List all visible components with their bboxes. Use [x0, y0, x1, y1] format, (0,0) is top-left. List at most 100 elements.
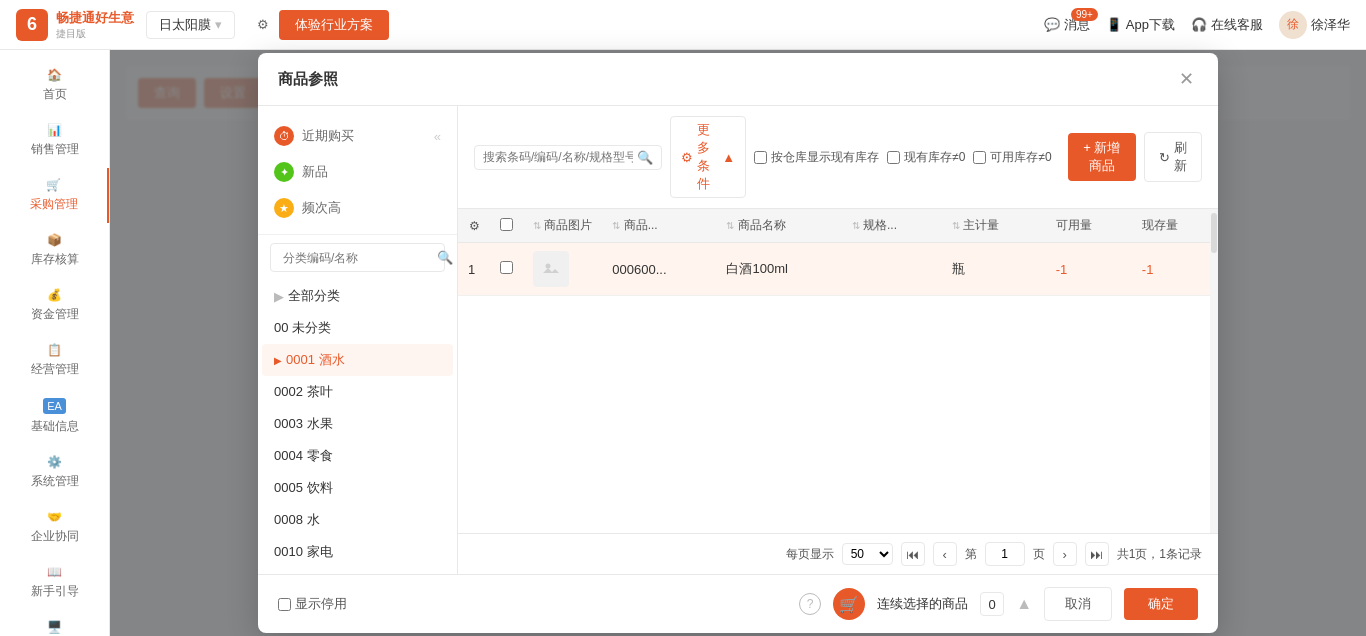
apps-icon: 🖥️	[47, 620, 62, 634]
total-info: 共1页，1条记录	[1117, 546, 1202, 563]
username-label: 徐泽华	[1311, 16, 1350, 34]
sidebar-item-operation[interactable]: 📋 经营管理	[0, 333, 109, 388]
show-disabled-label[interactable]: 显示停用	[278, 595, 347, 613]
col-name-header[interactable]: ⇅ 商品名称	[716, 209, 841, 243]
category-00[interactable]: 00 未分类	[262, 312, 453, 344]
collapse-icon[interactable]: «	[434, 129, 441, 144]
add-product-button[interactable]: + 新增商品	[1068, 133, 1136, 181]
product-search-box[interactable]: 🔍	[474, 145, 662, 170]
last-page-button[interactable]: ⏭	[1085, 542, 1109, 566]
table-header-row: ⚙ ⇅ 商品图片 ⇅ 商品...	[458, 209, 1218, 243]
col-code-header[interactable]: ⇅ 商品...	[602, 209, 716, 243]
sidebar-item-guide[interactable]: 📖 新手引导	[0, 555, 109, 610]
category-0001[interactable]: ▶ 0001 酒水	[262, 344, 453, 376]
stock-nonzero-label: 现有库存≠0	[904, 149, 965, 166]
sidebar-label-purchase: 采购管理	[30, 196, 78, 213]
more-filters-button[interactable]: ⚙ 更多条件 ▲	[670, 116, 746, 198]
first-page-button[interactable]: ⏮	[901, 542, 925, 566]
sidebar-item-base[interactable]: EA 基础信息	[0, 388, 109, 445]
stock-nonzero-checkbox-label[interactable]: 现有库存≠0	[887, 149, 965, 166]
category-list: ▶ 全部分类 00 未分类 ▶ 0001 酒水 0002 茶叶	[258, 280, 457, 562]
user-menu[interactable]: 徐 徐泽华	[1279, 11, 1350, 39]
row-checkbox[interactable]	[500, 261, 513, 274]
category-all[interactable]: ▶ 全部分类	[262, 280, 453, 312]
store-selector[interactable]: 日太阳膜 ▾	[146, 11, 235, 39]
sidebar-item-purchase[interactable]: 🛒 采购管理	[0, 168, 109, 223]
sidebar-item-home[interactable]: 🏠 首页	[0, 58, 109, 113]
category-0002[interactable]: 0002 茶叶	[262, 376, 453, 408]
sidebar-label-home: 首页	[43, 86, 67, 103]
scroll-thumb[interactable]	[1211, 213, 1217, 253]
sidebar-item-finance[interactable]: 💰 资金管理	[0, 278, 109, 333]
category-0003[interactable]: 0003 水果	[262, 408, 453, 440]
trial-button[interactable]: 体验行业方案	[279, 10, 389, 40]
category-0008[interactable]: 0008 水	[262, 504, 453, 536]
category-0010[interactable]: 0010 家电	[262, 536, 453, 562]
new-products-item[interactable]: ✦ 新品	[258, 154, 457, 190]
col-spec-header[interactable]: ⇅ 规格...	[842, 209, 942, 243]
recent-purchase-item[interactable]: ⏱ 近期购买 «	[258, 118, 457, 154]
cart-button[interactable]: 🛒	[833, 588, 865, 620]
filter-icon: ⚙	[681, 150, 693, 165]
row-image	[523, 243, 602, 296]
product-thumbnail	[533, 251, 569, 287]
search-icon[interactable]: 🔍	[637, 150, 653, 165]
content-area: 查询 设置 刷新 商品参照 ✕ ⏱ 近期购买	[110, 50, 1366, 636]
row-check[interactable]	[490, 243, 523, 296]
prev-page-button[interactable]: ‹	[933, 542, 957, 566]
sidebar-item-inventory[interactable]: 📦 库存核算	[0, 223, 109, 278]
col-stock-header[interactable]: 现存量	[1132, 209, 1218, 243]
col-unit-header[interactable]: ⇅ 主计量	[942, 209, 1046, 243]
table-row[interactable]: 1	[458, 243, 1218, 296]
cat-label-0002: 0002 茶叶	[274, 383, 333, 401]
outer-sidebar: 🏠 首页 📊 销售管理 🛒 采购管理 📦 库存核算 💰 资金管理 📋 经营管理 …	[0, 50, 110, 636]
refresh-button[interactable]: ↻ 刷新	[1144, 132, 1202, 182]
sidebar-label-base: 基础信息	[31, 418, 79, 435]
warehouse-stock-checkbox[interactable]	[754, 151, 767, 164]
category-search-input[interactable]	[283, 251, 433, 265]
app-download-button[interactable]: 📱 App下载	[1106, 16, 1175, 34]
modal-close-button[interactable]: ✕	[1174, 67, 1198, 91]
sidebar-item-sales[interactable]: 📊 销售管理	[0, 113, 109, 168]
sidebar-label-operation: 经营管理	[31, 361, 79, 378]
sidebar-item-enterprise[interactable]: 🤝 企业协同	[0, 500, 109, 555]
confirm-button[interactable]: 确定	[1124, 588, 1198, 620]
help-button[interactable]: ?	[799, 593, 821, 615]
stock-nonzero-checkbox[interactable]	[887, 151, 900, 164]
freq-icon: ★	[274, 198, 294, 218]
filter-arrow: ▲	[722, 150, 735, 165]
settings-icon[interactable]: ⚙	[247, 9, 279, 41]
select-all-checkbox[interactable]	[500, 218, 513, 231]
per-page-select[interactable]: 50 10 20 100	[842, 543, 893, 565]
page-number-input[interactable]	[985, 542, 1025, 566]
online-service-label: 在线客服	[1211, 16, 1263, 34]
col-available-header[interactable]: 可用量	[1046, 209, 1132, 243]
category-search-icon[interactable]: 🔍	[437, 250, 453, 265]
mobile-icon: 📱	[1106, 17, 1122, 32]
col-check[interactable]	[490, 209, 523, 243]
sidebar-item-apps[interactable]: 🖥️ 应用中心	[0, 610, 109, 636]
category-0005[interactable]: 0005 饮料	[262, 472, 453, 504]
product-search-input[interactable]	[483, 150, 633, 164]
category-search-box[interactable]: 🔍	[270, 243, 445, 272]
modal-body: ⏱ 近期购买 « ✦ 新品 ★ 频次高	[258, 106, 1218, 574]
new-icon: ✦	[274, 162, 294, 182]
collapse-footer-button[interactable]: ▲	[1016, 595, 1032, 613]
next-page-button[interactable]: ›	[1053, 542, 1077, 566]
store-name: 日太阳膜	[159, 16, 211, 34]
available-nonzero-checkbox[interactable]	[973, 151, 986, 164]
cancel-button[interactable]: 取消	[1044, 587, 1112, 621]
sidebar-item-system[interactable]: ⚙️ 系统管理	[0, 445, 109, 500]
col-settings[interactable]: ⚙	[458, 209, 490, 243]
frequent-item[interactable]: ★ 频次高	[258, 190, 457, 226]
online-service-button[interactable]: 🎧 在线客服	[1191, 16, 1263, 34]
warehouse-stock-checkbox-label[interactable]: 按仓库显示现有库存	[754, 149, 879, 166]
vertical-scrollbar[interactable]	[1210, 209, 1218, 533]
home-icon: 🏠	[47, 68, 62, 82]
messages-button[interactable]: 💬 消息 99+	[1044, 16, 1090, 34]
show-disabled-checkbox[interactable]	[278, 598, 291, 611]
continuous-label: 连续选择的商品	[877, 595, 968, 613]
category-0004[interactable]: 0004 零食	[262, 440, 453, 472]
available-nonzero-checkbox-label[interactable]: 可用库存≠0	[973, 149, 1051, 166]
continuous-count: 0	[980, 592, 1004, 616]
